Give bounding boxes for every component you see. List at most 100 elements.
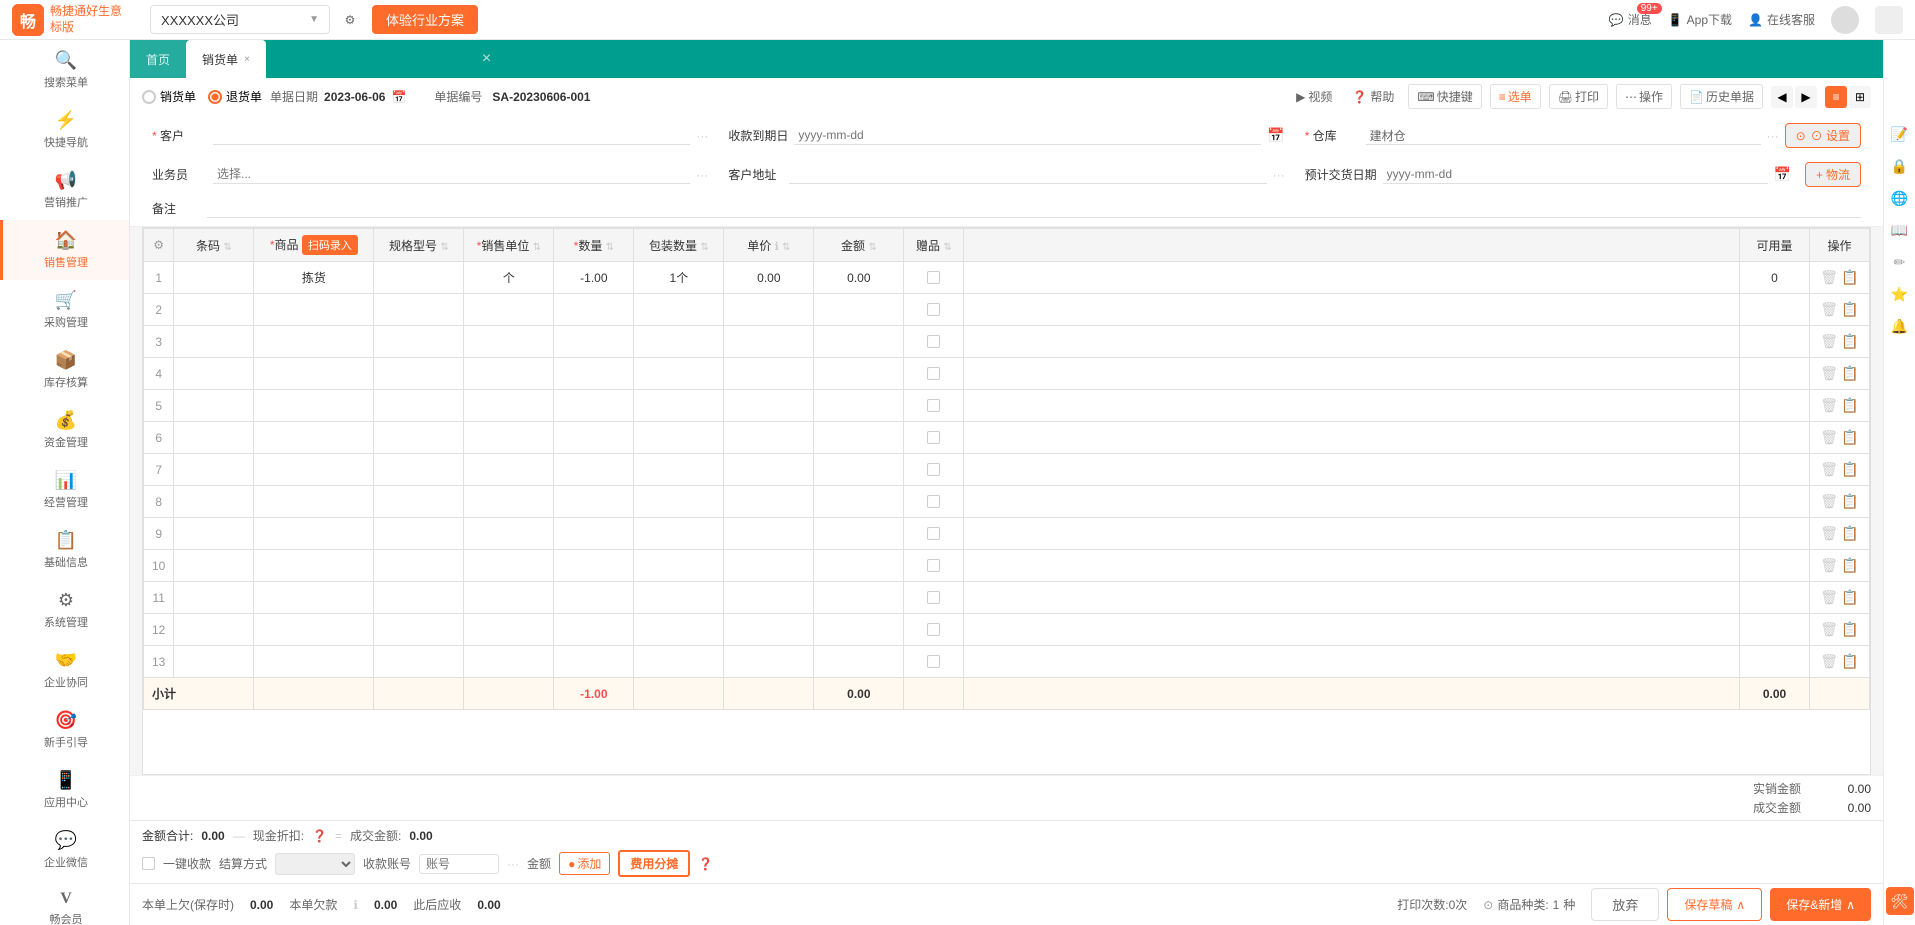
row-copy-icon[interactable]: 📋 — [1841, 653, 1858, 669]
customer-addr-input[interactable] — [789, 165, 1266, 184]
rp-book-icon[interactable]: 📖 — [1886, 216, 1914, 244]
expected-date-calendar-icon[interactable]: 📅 — [1774, 166, 1791, 183]
message-button[interactable]: 💬 消息 99+ — [1609, 11, 1652, 28]
row-copy-icon[interactable]: 📋 — [1841, 429, 1858, 445]
tab-home[interactable]: 首页 — [130, 40, 186, 78]
row-delete-icon[interactable]: 🗑 — [1820, 333, 1838, 349]
row-copy-icon[interactable]: 📋 — [1841, 301, 1858, 317]
sidebar-item-apps[interactable]: 📱 应用中心 — [0, 760, 129, 820]
row-delete-icon[interactable]: 🗑 — [1820, 365, 1838, 381]
rp-lock-icon[interactable]: 🔒 — [1886, 152, 1914, 180]
row-delete-icon[interactable]: 🗑 — [1820, 621, 1838, 637]
rp-bell-icon[interactable]: 🔔 — [1886, 312, 1914, 340]
sidebar-item-purchase[interactable]: 🛒 采购管理 — [0, 280, 129, 340]
due-date-calendar-icon[interactable]: 📅 — [1267, 127, 1284, 144]
sidebar-item-system[interactable]: ⚙ 系统管理 — [0, 580, 129, 640]
warehouse-expand-icon[interactable]: ··· — [1767, 129, 1779, 143]
row-delete-icon[interactable]: 🗑 — [1820, 653, 1838, 669]
rp-globe-icon[interactable]: 🌐 — [1886, 184, 1914, 212]
save-new-button[interactable]: 保存&新增 ∧ — [1770, 888, 1871, 921]
prev-button[interactable]: ◀ — [1771, 86, 1793, 108]
row-delete-icon[interactable]: 🗑 — [1820, 269, 1838, 285]
expense-button[interactable]: 费用分摊 — [618, 850, 690, 877]
row-delete-icon[interactable]: 🗑 — [1820, 557, 1838, 573]
rp-pencil-icon[interactable]: ✏ — [1886, 248, 1914, 276]
help-button[interactable]: ❓ 帮助 — [1346, 88, 1400, 105]
sidebar-item-wechat[interactable]: 💬 企业微信 — [0, 820, 129, 880]
expense-help-icon[interactable]: ❓ — [698, 857, 713, 871]
row-delete-icon[interactable]: 🗑 — [1820, 589, 1838, 605]
sidebar-item-sales[interactable]: 🏠 销售管理 — [0, 220, 129, 280]
calendar-icon[interactable]: 📅 — [391, 90, 406, 104]
user-avatar[interactable] — [1831, 6, 1859, 34]
flow-button[interactable]: + 物流 — [1805, 162, 1861, 187]
customer-input[interactable] — [213, 126, 690, 145]
account-expand-icon[interactable]: ··· — [507, 857, 519, 871]
rp-star-icon[interactable]: ⭐ — [1886, 280, 1914, 308]
sidebar-item-basic[interactable]: 📋 基础信息 — [0, 520, 129, 580]
operation-button[interactable]: ⋯ 操作 — [1616, 84, 1672, 109]
row-delete-icon[interactable]: 🗑 — [1820, 301, 1838, 317]
user-menu[interactable] — [1875, 6, 1903, 34]
sidebar-item-vip[interactable]: V 畅会员 — [0, 880, 129, 925]
one-click-checkbox[interactable] — [142, 857, 155, 870]
row-copy-icon[interactable]: 📋 — [1841, 525, 1858, 541]
shortcut-button[interactable]: ⌨ 快捷键 — [1408, 84, 1481, 109]
sidebar-item-enterprise[interactable]: 🤝 企业协同 — [0, 640, 129, 700]
next-button[interactable]: ▶ — [1795, 86, 1817, 108]
add-payment-button[interactable]: ● 添加 — [559, 852, 610, 875]
online-service-button[interactable]: 👤 在线客服 — [1748, 11, 1815, 28]
row-copy-icon[interactable]: 📋 — [1841, 621, 1858, 637]
sidebar-item-search[interactable]: 🔍 搜索菜单 — [0, 40, 129, 100]
discard-button[interactable]: 放弃 — [1591, 888, 1659, 921]
sidebar-item-shortcut[interactable]: ⚡ 快捷导航 — [0, 100, 129, 160]
row-delete-icon[interactable]: 🗑 — [1820, 493, 1838, 509]
company-selector[interactable]: XXXXXX公司 ▼ — [150, 5, 330, 34]
app-download-button[interactable]: 📱 App下载 — [1668, 11, 1732, 28]
select-button[interactable]: ≡ 选单 — [1490, 84, 1541, 109]
addr-expand-icon[interactable]: ··· — [1273, 168, 1285, 182]
video-button[interactable]: ▶ 视频 — [1290, 88, 1338, 105]
rp-edit-icon[interactable]: 📝 — [1886, 120, 1914, 148]
goods-type-checkbox[interactable]: ⊙ — [1483, 898, 1493, 912]
row-delete-icon[interactable]: 🗑 — [1820, 429, 1838, 445]
grid-view-button[interactable]: ⊞ — [1849, 86, 1871, 108]
row-copy-icon[interactable]: 📋 — [1841, 557, 1858, 573]
row-copy-icon[interactable]: 📋 — [1841, 397, 1858, 413]
return-order-radio[interactable]: 退货单 — [208, 88, 262, 105]
tab-sales-order[interactable]: 销货单 × — [186, 40, 266, 78]
tab-close-icon[interactable]: × — [244, 54, 250, 65]
list-view-button[interactable]: ≡ — [1825, 86, 1847, 108]
experience-button[interactable]: 体验行业方案 — [372, 5, 478, 34]
salesperson-input[interactable] — [213, 165, 690, 184]
row-copy-icon[interactable]: 📋 — [1841, 461, 1858, 477]
total-owe-info-icon[interactable]: ℹ — [353, 898, 358, 912]
row-delete-icon[interactable]: 🗑 — [1820, 461, 1838, 477]
history-button[interactable]: 📄 历史单据 — [1680, 84, 1763, 109]
row-copy-icon[interactable]: 📋 — [1841, 333, 1858, 349]
settings-icon[interactable]: ⚙ — [336, 6, 364, 34]
salesperson-expand-icon[interactable]: ··· — [696, 168, 708, 182]
payment-method-select[interactable] — [275, 853, 355, 875]
due-date-input[interactable] — [794, 126, 1261, 145]
account-input[interactable] — [419, 854, 499, 874]
warehouse-input[interactable] — [1366, 126, 1761, 145]
col-config-icon[interactable]: ⚙ — [153, 238, 164, 252]
save-draft-button[interactable]: 保存草稿 ∧ — [1667, 888, 1762, 921]
print-button[interactable]: 🖨 打印 — [1549, 84, 1608, 109]
sales-order-radio[interactable]: 销货单 — [142, 88, 196, 105]
discount-help-icon[interactable]: ❓ — [312, 829, 327, 843]
remark-input[interactable] — [207, 199, 1861, 218]
sidebar-item-operations[interactable]: 📊 经营管理 — [0, 460, 129, 520]
scan-button[interactable]: 扫码录入 — [302, 235, 358, 255]
expected-date-input[interactable] — [1383, 165, 1768, 184]
sidebar-item-inventory[interactable]: 📦 库存核算 — [0, 340, 129, 400]
rp-tool-icon[interactable]: 🛠 — [1886, 887, 1914, 915]
customer-expand-icon[interactable]: ··· — [696, 129, 708, 143]
row-delete-icon[interactable]: 🗑 — [1820, 525, 1838, 541]
settings-button[interactable]: ⊙ ⊙ 设置 — [1785, 123, 1861, 148]
sidebar-item-marketing[interactable]: 📢 营销推广 — [0, 160, 129, 220]
row-copy-icon[interactable]: 📋 — [1841, 493, 1858, 509]
sidebar-item-guide[interactable]: 🎯 新手引导 — [0, 700, 129, 760]
row-copy-icon[interactable]: 📋 — [1841, 269, 1858, 285]
